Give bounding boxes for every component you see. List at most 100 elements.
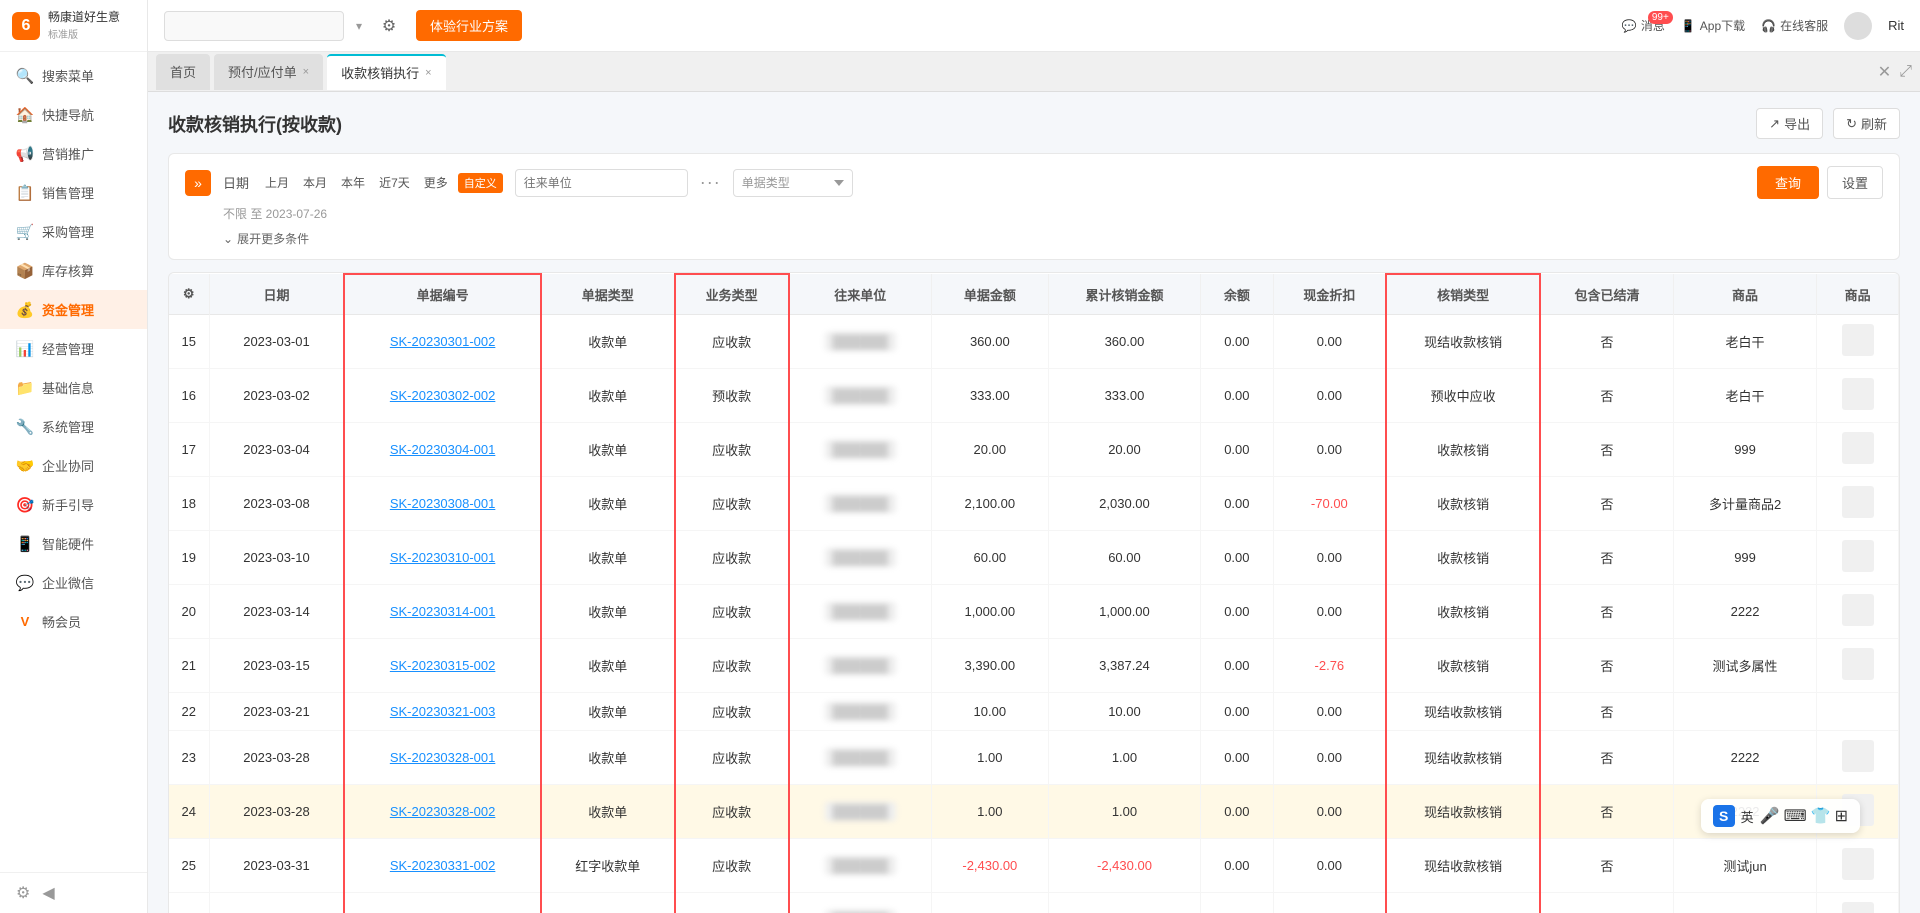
cell-doc-type: 收款单	[541, 423, 675, 477]
query-button[interactable]: 查询	[1757, 166, 1819, 199]
sidebar-label-system: 系统管理	[42, 417, 94, 436]
partner-filter-input[interactable]	[515, 169, 688, 197]
doc-no-link[interactable]: SK-20230315-002	[390, 658, 496, 673]
online-service-button[interactable]: 🎧 在线客服	[1761, 17, 1828, 34]
cell-no: 23	[169, 731, 209, 785]
filter-settings-button[interactable]: 设置	[1827, 166, 1883, 199]
refresh-button[interactable]: ↻ 刷新	[1833, 108, 1900, 139]
sidebar-bottom: ⚙ ◀	[0, 872, 147, 913]
topbar-search-input[interactable]	[164, 11, 344, 41]
doc-no-link[interactable]: SK-20230304-001	[390, 442, 496, 457]
cell-biz-type: 预收款	[675, 369, 789, 423]
doc-no-link[interactable]: SK-20230301-002	[390, 334, 496, 349]
doc-no-link[interactable]: SK-20230328-002	[390, 804, 496, 819]
sidebar-label-sales: 销售管理	[42, 183, 94, 202]
trial-solution-button[interactable]: 体验行业方案	[416, 10, 522, 41]
doc-no-link[interactable]: SK-20230331-002	[390, 858, 496, 873]
cell-goods: 999	[1673, 531, 1817, 585]
date-last-7days[interactable]: 近7天	[375, 172, 414, 193]
mic-icon[interactable]: 🎤	[1760, 806, 1780, 826]
doc-no-link[interactable]: SK-20230314-001	[390, 604, 496, 619]
col-header-include-settled[interactable]: 包含已结清	[1540, 274, 1673, 315]
col-header-verify-type[interactable]: 核销类型	[1386, 274, 1540, 315]
doc-no-link[interactable]: SK-20230310-001	[390, 550, 496, 565]
col-header-date[interactable]: 日期	[209, 274, 344, 315]
cell-verify-type: 现结收款核销	[1386, 731, 1540, 785]
topbar-gear-button[interactable]: ⚙	[374, 11, 404, 41]
cell-goods: 老白干	[1673, 315, 1817, 369]
tab-prepay-close[interactable]: ×	[303, 66, 309, 78]
col-header-gear[interactable]: ⚙	[169, 274, 209, 315]
col-header-partner[interactable]: 往来单位	[789, 274, 932, 315]
user-avatar[interactable]	[1844, 12, 1872, 40]
sidebar-label-corp: 企业协同	[42, 456, 94, 475]
tab-receipt-verify[interactable]: 收款核销执行 ×	[327, 54, 445, 90]
app-download-button[interactable]: 📱 App下载	[1681, 17, 1745, 34]
doc-no-link[interactable]: SK-20230321-003	[390, 704, 496, 719]
cell-goods-img	[1817, 639, 1899, 693]
export-icon: ↗	[1769, 116, 1780, 132]
sidebar-item-corp[interactable]: 🤝 企业协同	[0, 446, 147, 485]
cell-partner: ██████	[789, 785, 932, 839]
doc-no-link[interactable]: SK-20230328-001	[390, 750, 496, 765]
col-header-discount[interactable]: 现金折扣	[1273, 274, 1386, 315]
brand-s-icon: S	[1713, 805, 1735, 827]
sidebar-item-guide[interactable]: 🎯 新手引导	[0, 485, 147, 524]
sidebar-item-marketing[interactable]: 📢 营销推广	[0, 134, 147, 173]
close-window-button[interactable]: ✕	[1878, 62, 1891, 82]
sidebar-item-wechat[interactable]: 💬 企业微信	[0, 563, 147, 602]
date-more[interactable]: 更多	[420, 172, 452, 193]
sidebar-item-operations[interactable]: 📊 经营管理	[0, 329, 147, 368]
sidebar-item-shortcuts[interactable]: 🏠 快捷导航	[0, 95, 147, 134]
date-this-month[interactable]: 本月	[299, 172, 331, 193]
date-custom-button[interactable]: 自定义	[458, 173, 503, 193]
table-row: 25 2023-03-31 SK-20230331-002 红字收款单 应收款 …	[169, 839, 1899, 893]
col-header-goods[interactable]: 商品	[1673, 274, 1817, 315]
doc-no-link[interactable]: SK-20230308-001	[390, 496, 496, 511]
sidebar-item-purchase[interactable]: 🛒 采购管理	[0, 212, 147, 251]
col-header-biz-type[interactable]: 业务类型	[675, 274, 789, 315]
partner-cell-blurred: ██████	[825, 702, 896, 721]
doc-no-link[interactable]: SK-20230302-002	[390, 388, 496, 403]
col-header-goods-img[interactable]: 商品	[1817, 274, 1899, 315]
export-button[interactable]: ↗ 导出	[1756, 108, 1823, 139]
sidebar-item-member[interactable]: V 畅会员	[0, 602, 147, 641]
tab-receipt-verify-close[interactable]: ×	[425, 67, 431, 79]
sidebar-item-inventory[interactable]: 📦 库存核算	[0, 251, 147, 290]
expand-filter-button[interactable]: ⌄ 展开更多条件	[223, 230, 1883, 247]
sidebar-item-search[interactable]: 🔍 搜索菜单	[0, 56, 147, 95]
col-header-balance[interactable]: 余额	[1201, 274, 1273, 315]
shirt-icon[interactable]: 👕	[1811, 806, 1831, 826]
sidebar-item-sales[interactable]: 📋 销售管理	[0, 173, 147, 212]
message-button[interactable]: 💬 消息 99+	[1622, 17, 1665, 34]
sidebar-label-operations: 经营管理	[42, 339, 94, 358]
cell-biz-type: 预收款	[675, 893, 789, 913]
grid-icon[interactable]: ⌨	[1784, 806, 1807, 826]
inventory-icon: 📦	[16, 262, 34, 280]
doc-type-filter-select[interactable]: 单据类型	[733, 169, 853, 197]
filter-row: » 日期 上月 本月 本年 近7天 更多 自定义 ··· 单据类型	[185, 166, 1883, 199]
sidebar-item-system[interactable]: 🔧 系统管理	[0, 407, 147, 446]
tab-prepay[interactable]: 预付/应付单 ×	[214, 54, 323, 90]
sidebar-item-finance[interactable]: 💰 资金管理	[0, 290, 147, 329]
col-header-doc-type[interactable]: 单据类型	[541, 274, 675, 315]
cell-doc-type: 收款单	[541, 731, 675, 785]
col-header-doc-no[interactable]: 单据编号	[344, 274, 540, 315]
sidebar-item-hardware[interactable]: 📱 智能硬件	[0, 524, 147, 563]
cell-date: 2023-03-10	[209, 531, 344, 585]
partner-cell-blurred: ██████	[825, 494, 896, 513]
maximize-window-button[interactable]: ⤢	[1899, 63, 1912, 81]
date-this-year[interactable]: 本年	[337, 172, 369, 193]
topbar-search-arrow[interactable]: ▾	[356, 19, 362, 33]
filter-toggle-button[interactable]: »	[185, 170, 211, 196]
col-header-verified[interactable]: 累计核销金额	[1048, 274, 1200, 315]
col-header-amount[interactable]: 单据金额	[931, 274, 1048, 315]
sidebar-item-basic[interactable]: 📁 基础信息	[0, 368, 147, 407]
partner-filter-dots[interactable]: ···	[700, 172, 721, 193]
settings-icon[interactable]: ⚙	[16, 883, 30, 903]
tab-home[interactable]: 首页	[156, 54, 210, 90]
date-last-month[interactable]: 上月	[261, 172, 293, 193]
apps-icon[interactable]: ⊞	[1835, 806, 1848, 826]
goods-thumbnail	[1842, 378, 1874, 410]
collapse-icon[interactable]: ◀	[42, 883, 54, 903]
